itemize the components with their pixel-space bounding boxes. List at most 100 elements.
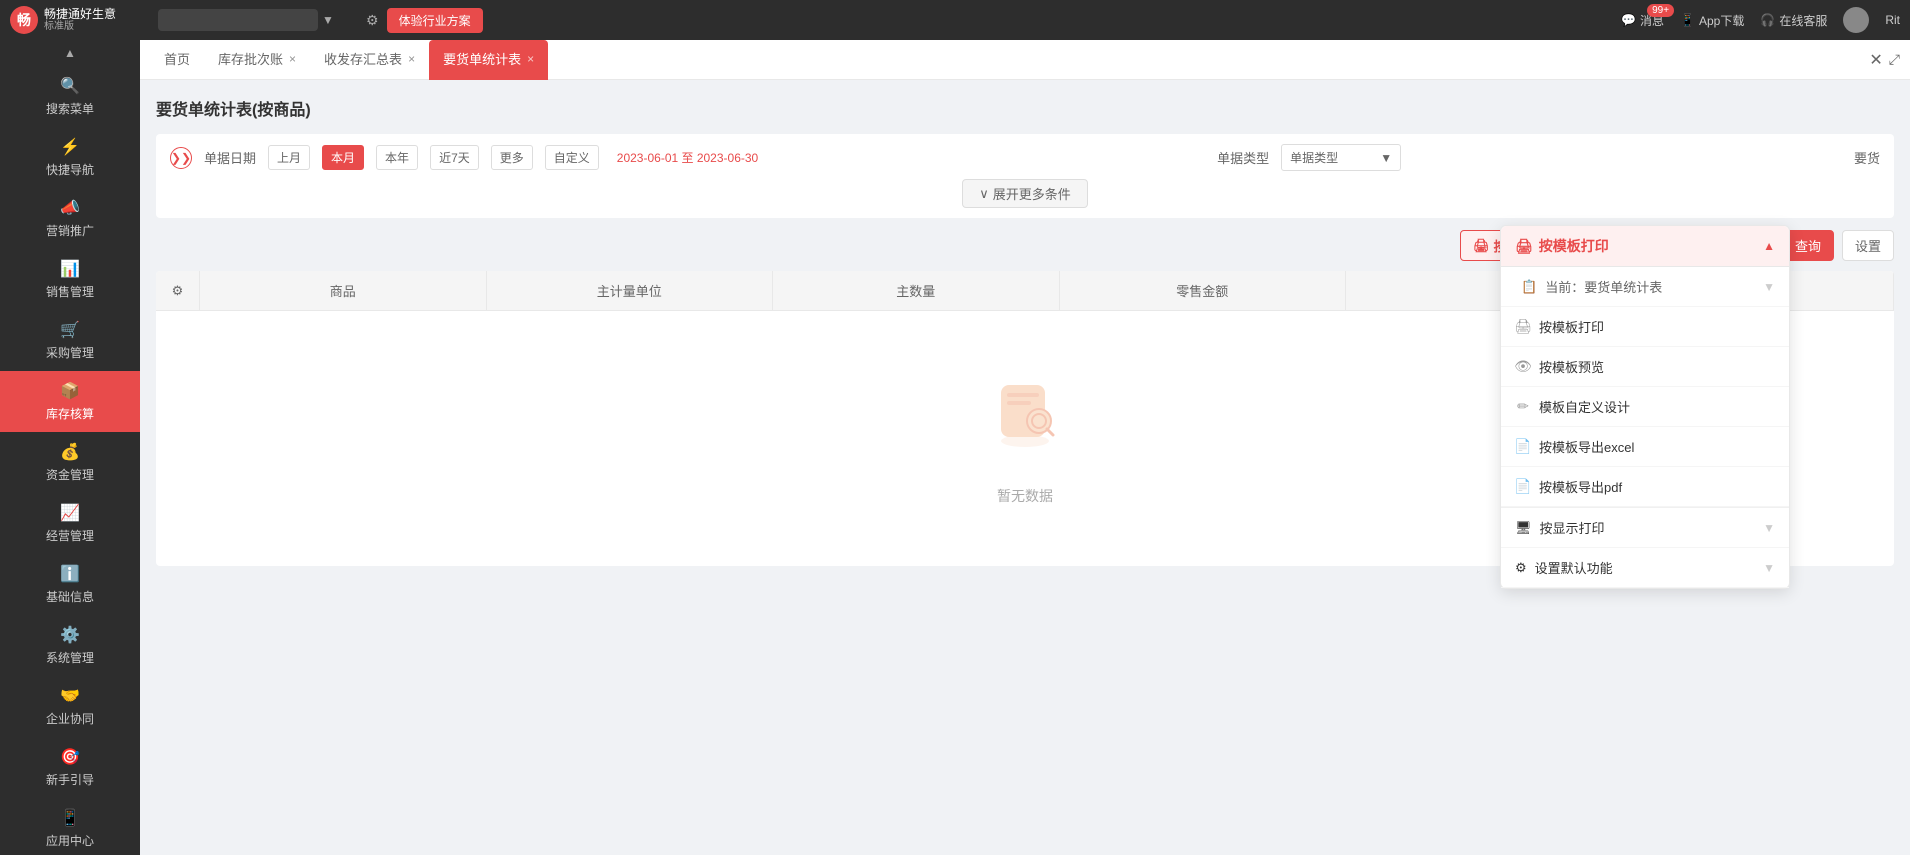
- dropdown-display-print[interactable]: 🖥 按显示打印 ▼: [1501, 508, 1789, 548]
- date-label: 单据日期: [204, 148, 256, 167]
- select-dropdown-icon: ▼: [1380, 151, 1392, 165]
- sidebar-item-app-center[interactable]: 📱 应用中心: [0, 798, 140, 855]
- expand-more-row: ∨ 展开更多条件: [170, 179, 1880, 208]
- dropdown-set-default[interactable]: ⚙ 设置默认功能 ▼: [1501, 548, 1789, 588]
- dropdown-template-icon: 📋: [1521, 279, 1537, 295]
- dropdown-header-title: 🖨 按模板打印: [1515, 236, 1609, 256]
- date-custom[interactable]: 自定义: [545, 145, 599, 170]
- avatar-image: [1843, 7, 1869, 33]
- dropdown-item-pdf-icon: 📄: [1515, 479, 1531, 495]
- table-col-gear[interactable]: ⚙: [156, 271, 200, 310]
- sidebar-item-system[interactable]: ⚙️ 系统管理: [0, 615, 140, 676]
- tab-close-all-icon[interactable]: ✕: [1869, 50, 1882, 70]
- app-center-icon: 📱: [60, 808, 80, 828]
- sidebar-item-newbie[interactable]: 🎯 新手引导: [0, 737, 140, 798]
- quick-nav-icon: ⚡: [60, 137, 80, 157]
- date-range-display: 2023-06-01 至 2023-06-30: [611, 146, 764, 169]
- dropdown-display-arrow: ▼: [1763, 521, 1775, 535]
- app-download-button[interactable]: 📱 App下载: [1680, 12, 1744, 29]
- sidebar-item-operations[interactable]: 📈 经营管理: [0, 493, 140, 554]
- message-icon: 💬: [1621, 13, 1636, 27]
- date-this-year[interactable]: 本年: [376, 145, 418, 170]
- newbie-icon: 🎯: [60, 747, 80, 767]
- date-more[interactable]: 更多: [491, 145, 533, 170]
- date-last-7-days[interactable]: 近7天: [430, 145, 479, 170]
- headset-icon: 🎧: [1760, 13, 1775, 27]
- table-col-amount: 零售金额: [1060, 271, 1347, 310]
- sidebar-item-search[interactable]: 🔍 搜索菜单: [0, 66, 140, 127]
- tab-bar: 首页 库存批次账 × 收发存汇总表 × 要货单统计表 × ✕ ⤢: [140, 40, 1910, 80]
- marketing-icon: 📣: [60, 198, 80, 218]
- page-title: 要货单统计表(按商品): [156, 96, 1894, 120]
- empty-icon: [985, 371, 1065, 470]
- purchase-icon: 🛒: [60, 320, 80, 340]
- sidebar: ▲ 🔍 搜索菜单 ⚡ 快捷导航 📣 营销推广 📊 销售管理 🛒 采购管理 📦 库…: [0, 40, 140, 855]
- message-badge: 99+: [1647, 4, 1674, 17]
- logo-icon: 畅: [10, 6, 38, 34]
- printer-icon: 🖨: [1473, 238, 1490, 254]
- sidebar-item-basics[interactable]: ℹ️ 基础信息: [0, 554, 140, 615]
- finance-icon: 💰: [60, 442, 80, 462]
- message-button[interactable]: 💬 消息 99+: [1621, 12, 1664, 29]
- top-bar-right: 💬 消息 99+ 📱 App下载 🎧 在线客服 Rit: [1621, 7, 1900, 33]
- basics-icon: ℹ️: [60, 564, 80, 584]
- dropdown-item-default-icon: ⚙: [1515, 560, 1527, 576]
- tab-close-order-stats[interactable]: ×: [527, 52, 534, 66]
- expand-more-icon: ∨: [979, 186, 989, 202]
- dropdown-template-design[interactable]: ✏ 模板自定义设计: [1501, 387, 1789, 427]
- dropdown-template-export-excel[interactable]: 📄 按模板导出excel: [1501, 427, 1789, 467]
- trial-button[interactable]: 体验行业方案: [387, 8, 483, 33]
- doc-type-select[interactable]: 单据类型 ▼: [1281, 144, 1401, 171]
- date-this-month[interactable]: 本月: [322, 145, 364, 170]
- table-col-quantity: 主数量: [773, 271, 1060, 310]
- expand-more-button[interactable]: ∨ 展开更多条件: [962, 179, 1088, 208]
- doc-type-label: 单据类型: [1217, 148, 1269, 167]
- sidebar-item-sales[interactable]: 📊 销售管理: [0, 249, 140, 310]
- online-service-button[interactable]: 🎧 在线客服: [1760, 12, 1827, 29]
- table-col-product: 商品: [200, 271, 487, 310]
- user-name-label: Rit: [1885, 13, 1900, 27]
- dropdown-template-print[interactable]: 🖨 按模板打印: [1501, 307, 1789, 347]
- cooperation-icon: 🤝: [60, 686, 80, 706]
- dropdown-chevron-icon[interactable]: ▲: [1763, 239, 1775, 253]
- sidebar-item-cooperation[interactable]: 🤝 企业协同: [0, 676, 140, 737]
- dropdown-item-excel-icon: 📄: [1515, 439, 1531, 455]
- settings-button[interactable]: 设置: [1842, 230, 1894, 261]
- require-goods-label: 要货: [1854, 148, 1880, 167]
- top-search-input[interactable]: [158, 9, 318, 31]
- tab-expand-icon[interactable]: ⤢: [1889, 51, 1900, 68]
- app-download-icon: 📱: [1680, 13, 1695, 27]
- tab-close-batch[interactable]: ×: [289, 52, 296, 66]
- content-area: 首页 库存批次账 × 收发存汇总表 × 要货单统计表 × ✕ ⤢ 要货单统计表(…: [140, 40, 1910, 855]
- tab-order-stats[interactable]: 要货单统计表 ×: [429, 40, 548, 80]
- inventory-icon: 📦: [60, 381, 80, 401]
- date-prev-month[interactable]: 上月: [268, 145, 310, 170]
- sidebar-item-quick-nav[interactable]: ⚡ 快捷导航: [0, 127, 140, 188]
- tab-close-receipt[interactable]: ×: [408, 52, 415, 66]
- filter-bar: ❯❯ 单据日期 上月 本月 本年 近7天 更多 自定义 2023-06-01 至…: [156, 134, 1894, 218]
- tab-receipt-summary[interactable]: 收发存汇总表 ×: [310, 40, 429, 80]
- settings-icon[interactable]: ⚙: [366, 12, 379, 29]
- sidebar-item-marketing[interactable]: 📣 营销推广: [0, 188, 140, 249]
- sidebar-item-inventory[interactable]: 📦 库存核算: [0, 371, 140, 432]
- user-avatar[interactable]: [1843, 7, 1869, 33]
- dropdown-current-arrow: ▼: [1763, 280, 1775, 294]
- logo-text: 畅捷通好生意 标准版: [44, 7, 116, 33]
- search-dropdown-icon[interactable]: ▼: [322, 13, 334, 27]
- table-col-unit: 主计量单位: [487, 271, 774, 310]
- system-icon: ⚙️: [60, 625, 80, 645]
- dropdown-printer-icon: 🖨: [1515, 238, 1533, 255]
- sidebar-scroll-up[interactable]: ▲: [0, 40, 140, 66]
- sidebar-item-purchase[interactable]: 🛒 采购管理: [0, 310, 140, 371]
- dropdown-header: 🖨 按模板打印 ▲: [1501, 226, 1789, 267]
- tab-home[interactable]: 首页: [150, 40, 204, 80]
- sidebar-item-finance[interactable]: 💰 资金管理: [0, 432, 140, 493]
- tab-batch-account[interactable]: 库存批次账 ×: [204, 40, 310, 80]
- top-bar: 畅 畅捷通好生意 标准版 ▼ ⚙ 体验行业方案 💬 消息 99+ 📱 App下载…: [0, 0, 1910, 40]
- dropdown-current-template[interactable]: 📋 当前：要货单统计表 ▼: [1501, 267, 1789, 307]
- dropdown-template-export-pdf[interactable]: 📄 按模板导出pdf: [1501, 467, 1789, 507]
- dropdown-template-preview[interactable]: 👁 按模板预览: [1501, 347, 1789, 387]
- filter-expand-button[interactable]: ❯❯: [170, 147, 192, 169]
- sales-icon: 📊: [60, 259, 80, 279]
- dropdown-item-preview-icon: 👁: [1515, 359, 1531, 375]
